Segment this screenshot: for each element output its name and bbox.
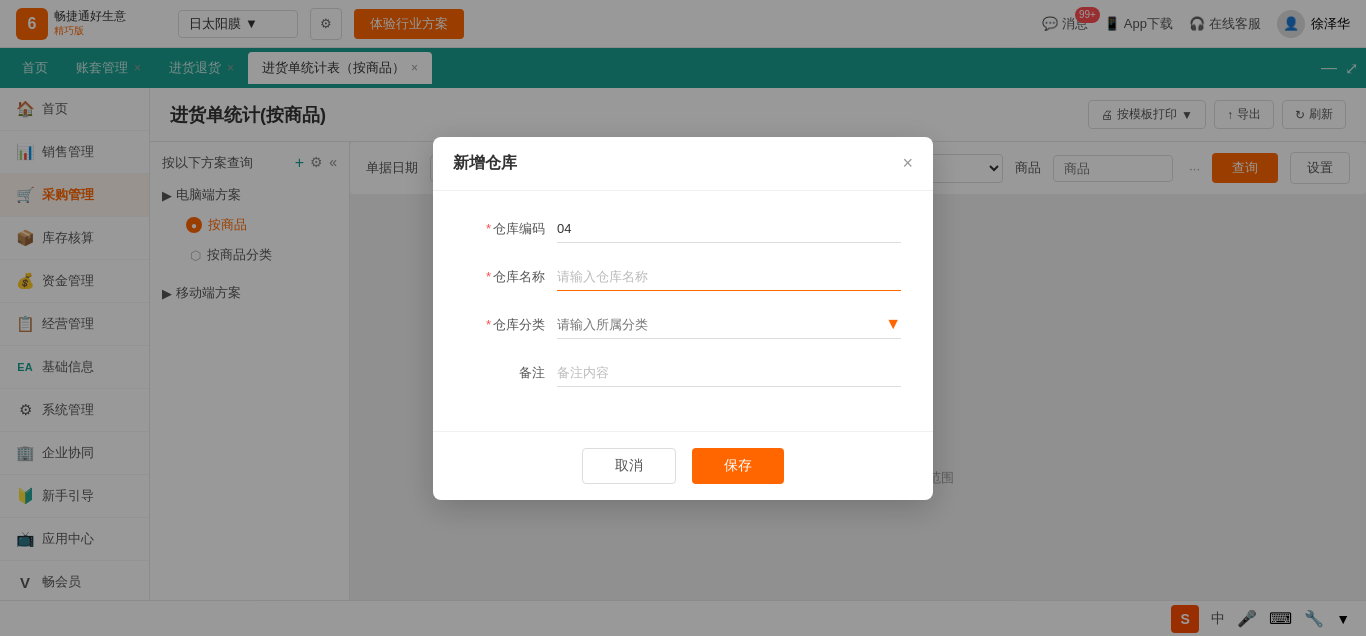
dialog-close-button[interactable]: × <box>902 153 913 174</box>
dialog-footer: 取消 保存 <box>433 431 933 500</box>
dialog-header: 新增仓库 × <box>433 137 933 191</box>
cancel-button[interactable]: 取消 <box>582 448 676 484</box>
form-row-category: 仓库分类 ▼ <box>465 311 901 339</box>
dialog-body: 仓库编码 仓库名称 仓库分类 ▼ 备注 <box>433 191 933 431</box>
save-button[interactable]: 保存 <box>692 448 784 484</box>
category-label: 仓库分类 <box>465 316 545 334</box>
form-row-note: 备注 <box>465 359 901 387</box>
new-warehouse-dialog: 新增仓库 × 仓库编码 仓库名称 仓库分类 ▼ <box>433 137 933 500</box>
name-label: 仓库名称 <box>465 268 545 286</box>
form-row-name: 仓库名称 <box>465 263 901 291</box>
category-select-wrapper: ▼ <box>557 311 901 339</box>
category-dropdown-icon[interactable]: ▼ <box>885 315 901 333</box>
code-label: 仓库编码 <box>465 220 545 238</box>
code-input[interactable] <box>557 215 901 243</box>
modal-overlay: 新增仓库 × 仓库编码 仓库名称 仓库分类 ▼ <box>0 0 1366 636</box>
note-input[interactable] <box>557 359 901 387</box>
dialog-title: 新增仓库 <box>453 153 517 174</box>
form-row-code: 仓库编码 <box>465 215 901 243</box>
name-input[interactable] <box>557 263 901 291</box>
category-input[interactable] <box>557 311 885 338</box>
note-label: 备注 <box>465 364 545 382</box>
